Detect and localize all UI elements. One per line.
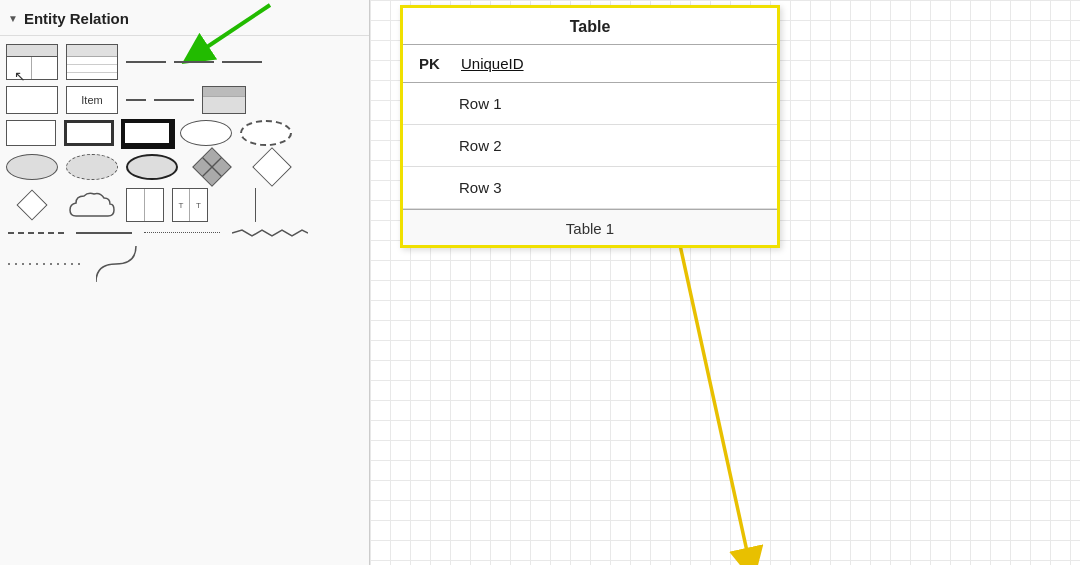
shape-row-4 (6, 152, 363, 182)
line-icon-1 (126, 61, 166, 63)
shape-row-3 (6, 120, 363, 146)
vsplit2-cell[interactable]: T T (172, 188, 208, 222)
oval-plain-icon (180, 120, 232, 146)
vsplit2-icon: T T (172, 188, 208, 222)
table-diagram[interactable]: Table PK UniqueID Row 1 Row 2 Row 3 Tabl… (400, 5, 780, 248)
line-shape-1[interactable] (126, 61, 166, 63)
oval-dotted-cell[interactable] (240, 120, 292, 146)
table-pk-row: PK UniqueID (403, 45, 777, 83)
line-icon-4 (126, 99, 146, 101)
rect-bold-icon (64, 120, 114, 146)
table-row-1[interactable]: Row 1 (403, 83, 777, 125)
dashes2-cell[interactable] (74, 232, 134, 234)
rect-plain-icon (6, 120, 56, 146)
entity-icon-1 (6, 86, 58, 114)
shape-row-7 (6, 244, 363, 284)
dots1-icon (8, 260, 84, 268)
cloud-icon (66, 188, 118, 222)
shapes-grid: ↖ (0, 36, 369, 292)
oval2-icon (6, 154, 58, 180)
line-icon-5 (154, 99, 194, 101)
curve-special-cell[interactable] (94, 244, 154, 284)
entity-shape-1[interactable] (6, 86, 58, 114)
zigzag-cell[interactable] (230, 228, 310, 238)
shape-row-1: ↖ (6, 44, 363, 80)
table-shape-1[interactable]: ↖ (6, 44, 58, 80)
left-panel: ▼ Entity Relation ↖ (0, 0, 370, 565)
line-shape-4[interactable] (126, 99, 146, 101)
vsplit1-cell[interactable] (126, 188, 164, 222)
dots1-cell[interactable] (6, 260, 86, 268)
oval4-icon (126, 154, 178, 180)
diamond-plain-icon (252, 147, 292, 187)
oval2-cell[interactable] (6, 154, 58, 180)
svg-line-5 (680, 245, 750, 565)
rect-plain-cell[interactable] (6, 120, 56, 146)
shape-row-5: T T (6, 188, 363, 222)
vsplit1-icon (126, 188, 164, 222)
table-icon-2 (66, 44, 118, 80)
diamond-x-wrap (186, 152, 238, 182)
table-footer: Table 1 (403, 209, 777, 245)
diamond-x-cell[interactable] (186, 152, 238, 182)
shape-row-6 (6, 228, 363, 238)
table-row-3[interactable]: Row 3 (403, 167, 777, 209)
dashes3-cell[interactable] (142, 232, 222, 234)
line-curve-icon (255, 188, 256, 222)
cursor-icon: ↖ (14, 68, 26, 84)
collapse-icon[interactable]: ▼ (8, 13, 18, 24)
oval3-icon (66, 154, 118, 180)
line-shape-3[interactable] (222, 61, 262, 63)
rect-bold-cell[interactable] (64, 120, 114, 146)
diamond-small-icon (16, 189, 47, 220)
dashes1-icon (8, 232, 64, 234)
curve-special-icon (96, 244, 152, 284)
pk-field: UniqueID (461, 55, 524, 72)
entity-shape-2[interactable] (202, 86, 246, 114)
diamond-small-wrap (6, 190, 58, 220)
oval-dotted-icon (240, 120, 292, 146)
rect-bold2-icon (122, 120, 172, 146)
oval-plain-cell[interactable] (180, 120, 232, 146)
zigzag-icon (232, 228, 308, 238)
item-label-cell[interactable]: Item (66, 86, 118, 114)
line-icon-3 (222, 61, 262, 63)
dashes3-icon (144, 232, 220, 234)
table-title: Table (403, 8, 777, 45)
pk-label: PK (419, 55, 443, 72)
oval4-cell[interactable] (126, 154, 178, 180)
oval3-cell[interactable] (66, 154, 118, 180)
diamond-x-icon (192, 147, 232, 187)
panel-title: Entity Relation (24, 10, 129, 27)
diamond-plain-wrap (246, 152, 298, 182)
entity-icon-2 (66, 86, 118, 114)
cloud-cell[interactable] (66, 188, 118, 222)
entity-relation-header: ▼ Entity Relation (0, 0, 369, 36)
entity-icon-3 (202, 86, 246, 114)
table-row-2[interactable]: Row 2 (403, 125, 777, 167)
table-shape-2[interactable] (66, 44, 118, 80)
line-icon-2 (174, 61, 214, 63)
dashes1-cell[interactable] (6, 232, 66, 234)
line-shape-2[interactable] (174, 61, 214, 63)
diamond-small-cell[interactable] (6, 190, 58, 220)
canvas-area[interactable]: Table PK UniqueID Row 1 Row 2 Row 3 Tabl… (370, 0, 1080, 565)
diamond-plain-cell[interactable] (246, 152, 298, 182)
line-curve-cell[interactable] (216, 188, 268, 222)
dashes2-icon (76, 232, 132, 234)
shape-row-2: Item (6, 86, 363, 114)
rect-bold2-cell[interactable] (122, 120, 172, 146)
line-shape-5[interactable] (154, 99, 194, 101)
